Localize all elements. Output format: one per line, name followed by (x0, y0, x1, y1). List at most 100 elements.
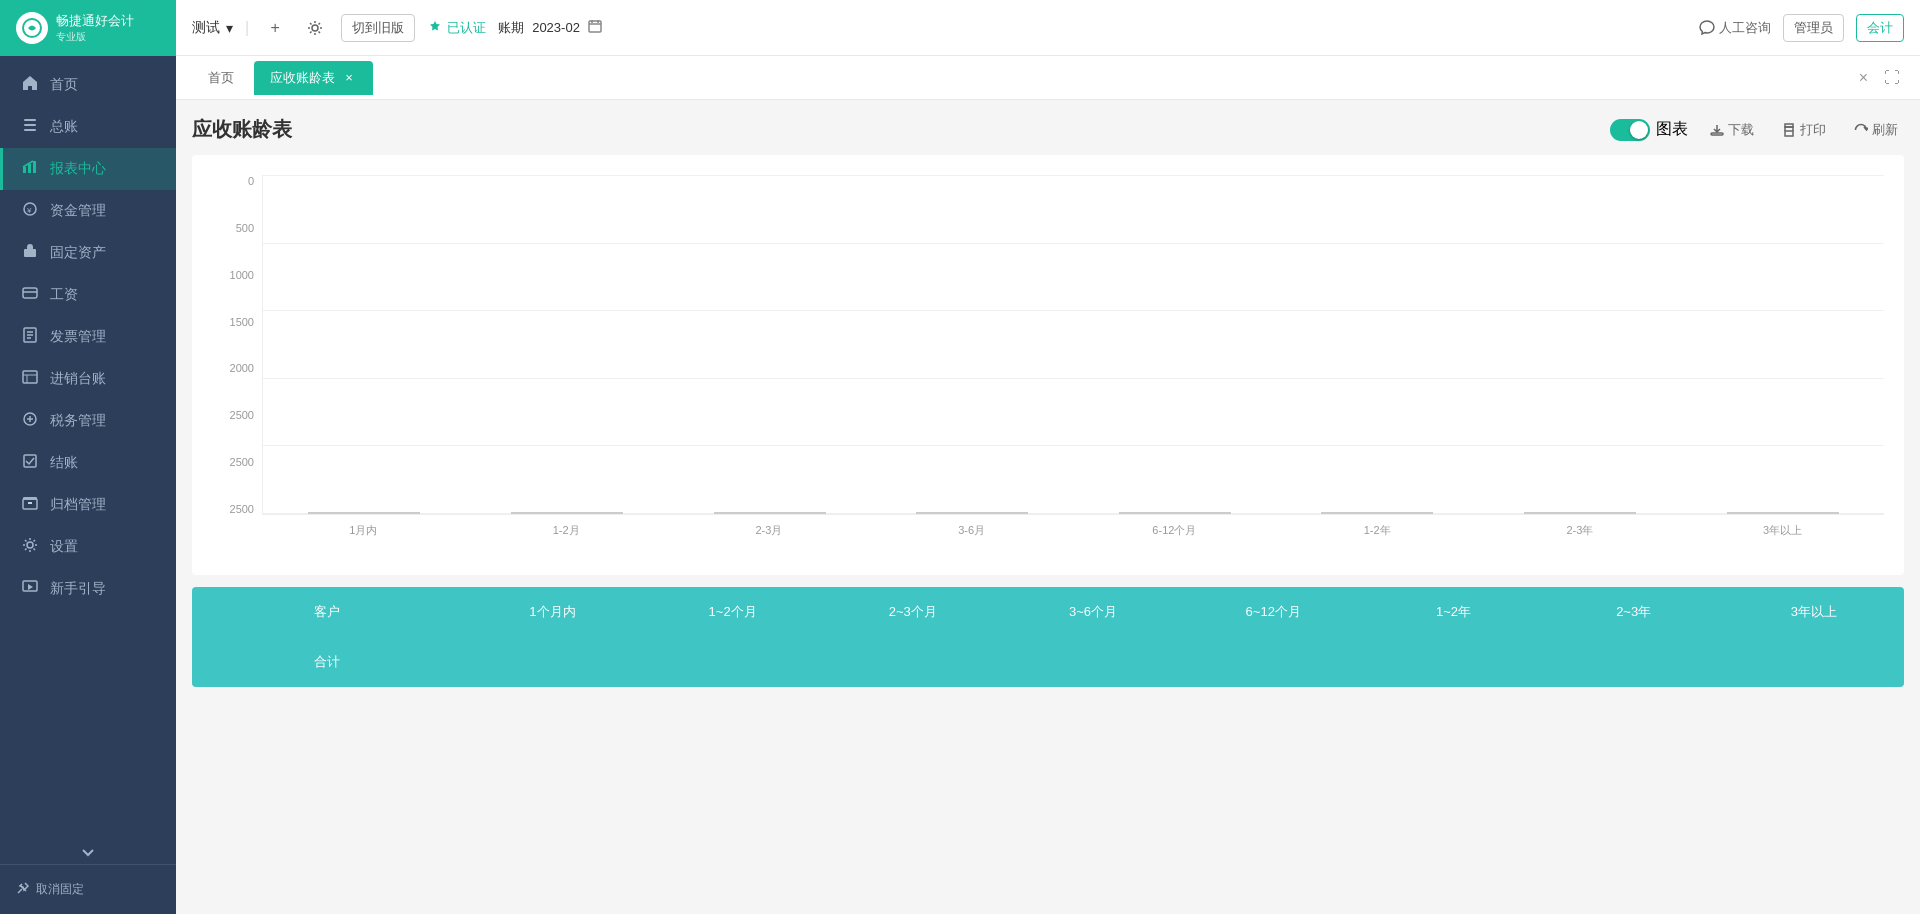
sidebar-item-assets[interactable]: 固定资产 (0, 232, 176, 274)
assets-icon (20, 243, 40, 263)
svg-rect-34 (1711, 133, 1723, 135)
sidebar-item-ledger[interactable]: 总账 (0, 106, 176, 148)
old-version-button[interactable]: 切到旧版 (341, 14, 415, 42)
svg-rect-30 (589, 21, 601, 32)
tabs-bar-right: × ⛶ (1855, 65, 1904, 91)
sidebar-item-invoice[interactable]: 发票管理 (0, 316, 176, 358)
sidebar-item-guide[interactable]: 新手引导 (0, 568, 176, 610)
invoice-icon (20, 327, 40, 347)
bar-group-6-12m (1074, 512, 1277, 514)
tax-icon (20, 411, 40, 431)
bar-2-3y (1524, 512, 1636, 514)
tab-receivable-aging[interactable]: 应收账龄表 × (254, 61, 373, 95)
toggle-track[interactable] (1610, 119, 1650, 141)
ledger-icon (20, 117, 40, 137)
sidebar-item-close[interactable]: 结账 (0, 442, 176, 484)
sidebar-item-payroll[interactable]: 工资 (0, 274, 176, 316)
add-button[interactable]: + (261, 14, 289, 42)
role-button[interactable]: 会计 (1856, 14, 1904, 42)
svg-rect-36 (1785, 124, 1793, 127)
col-1-2y: 1~2年 (1363, 587, 1543, 637)
download-button[interactable]: 下载 (1704, 117, 1760, 143)
guide-icon (20, 579, 40, 599)
table-header: 客户 1个月内 1~2个月 2~3个月 3~6个月 6~12个月 1~2年 2~… (192, 587, 1904, 687)
purchase-sale-icon (20, 369, 40, 389)
certified-badge: 已认证 (427, 19, 486, 37)
sidebar: 畅捷通好会计 专业版 首页 总账 (0, 0, 176, 914)
cancel-fixed-button[interactable]: 取消固定 (16, 875, 160, 904)
close-window-button[interactable]: × (1855, 65, 1872, 91)
chart-plot (262, 175, 1884, 515)
svg-text:¥: ¥ (26, 206, 32, 215)
logo-icon (16, 12, 48, 44)
company-name: 测试 (192, 19, 220, 37)
company-selector[interactable]: 测试 ▾ (192, 19, 233, 37)
sidebar-item-tax[interactable]: 税务管理 (0, 400, 176, 442)
svg-rect-22 (23, 497, 37, 500)
table-container: 客户 1个月内 1~2个月 2~3个月 3~6个月 6~12个月 1~2年 2~… (192, 587, 1904, 687)
sidebar-nav: 首页 总账 报表中心 (0, 56, 176, 842)
expand-button[interactable]: ⛶ (1880, 65, 1904, 91)
col-3-6m: 3~6个月 (1003, 587, 1183, 637)
svg-rect-5 (28, 164, 31, 173)
settings-button[interactable] (301, 14, 329, 42)
bar-group-3-6m (871, 512, 1074, 514)
calendar-icon[interactable] (588, 19, 602, 36)
chevron-down-icon: ▾ (226, 20, 233, 36)
bar-3y-plus (1727, 512, 1839, 514)
chart-toggle[interactable]: 图表 (1610, 119, 1688, 141)
svg-marker-26 (28, 584, 33, 590)
sidebar-item-home[interactable]: 首页 (0, 64, 176, 106)
sidebar-item-archive[interactable]: 归档管理 (0, 484, 176, 526)
chart-wrapper: 2500 2500 2500 2000 1500 1000 500 0 (212, 175, 1884, 555)
topbar: 测试 ▾ | + 切到旧版 已认证 账期 2023-02 (176, 0, 1920, 56)
col-2-3y: 2~3年 (1544, 587, 1724, 637)
report-actions: 图表 下载 (1610, 117, 1904, 143)
chart-x-axis: 1月内 1-2月 2-3月 3-6月 6-12个月 1-2年 2-3年 3年以上 (262, 515, 1884, 555)
bar-group-3y-plus (1681, 512, 1884, 514)
sidebar-item-reports[interactable]: 报表中心 (0, 148, 176, 190)
period-info: 账期 2023-02 (498, 19, 602, 37)
settings-icon (20, 537, 40, 557)
bar-group-1m (263, 512, 466, 514)
toggle-label: 图表 (1656, 119, 1688, 140)
svg-rect-6 (33, 161, 36, 173)
tabs-bar: 首页 应收账龄表 × × ⛶ (176, 56, 1920, 100)
tab-home[interactable]: 首页 (192, 61, 250, 95)
col-1-2m: 1~2个月 (643, 587, 823, 637)
svg-line-28 (18, 889, 22, 893)
logo-text: 畅捷通好会计 专业版 (56, 13, 134, 43)
report-header: 应收账龄表 图表 下载 (192, 116, 1904, 143)
main-area: 测试 ▾ | + 切到旧版 已认证 账期 2023-02 (176, 0, 1920, 914)
bar-3-6m (916, 512, 1028, 514)
payroll-icon (20, 285, 40, 305)
tab-close-icon[interactable]: × (341, 70, 357, 86)
col-1m: 1个月内 (462, 587, 642, 637)
sidebar-item-finance[interactable]: ¥ 资金管理 (0, 190, 176, 232)
close-account-icon (20, 453, 40, 473)
col-3y-plus: 3年以上 (1724, 587, 1904, 637)
archive-icon (20, 495, 40, 515)
manager-button[interactable]: 管理员 (1783, 14, 1844, 42)
refresh-button[interactable]: 刷新 (1848, 117, 1904, 143)
svg-point-24 (27, 542, 33, 548)
print-button[interactable]: 打印 (1776, 117, 1832, 143)
sidebar-item-settings[interactable]: 设置 (0, 526, 176, 568)
scroll-down-indicator[interactable] (0, 842, 176, 864)
svg-rect-21 (23, 499, 37, 509)
page-content: 应收账龄表 图表 下载 (176, 100, 1920, 914)
bar-group-1-2m (466, 512, 669, 514)
svg-rect-10 (23, 288, 37, 298)
svg-rect-20 (24, 455, 36, 467)
sidebar-item-purchase-sale[interactable]: 进销台账 (0, 358, 176, 400)
consult-button[interactable]: 人工咨询 (1699, 19, 1771, 37)
finance-icon: ¥ (20, 201, 40, 221)
chart-y-axis: 2500 2500 2500 2000 1500 1000 500 0 (212, 175, 262, 515)
svg-rect-1 (24, 119, 36, 121)
bar-group-2-3m (668, 512, 871, 514)
svg-rect-2 (24, 124, 36, 126)
bar-1m (308, 512, 420, 514)
bar-2-3m (714, 512, 826, 514)
report-title: 应收账龄表 (192, 116, 292, 143)
home-icon (20, 75, 40, 95)
